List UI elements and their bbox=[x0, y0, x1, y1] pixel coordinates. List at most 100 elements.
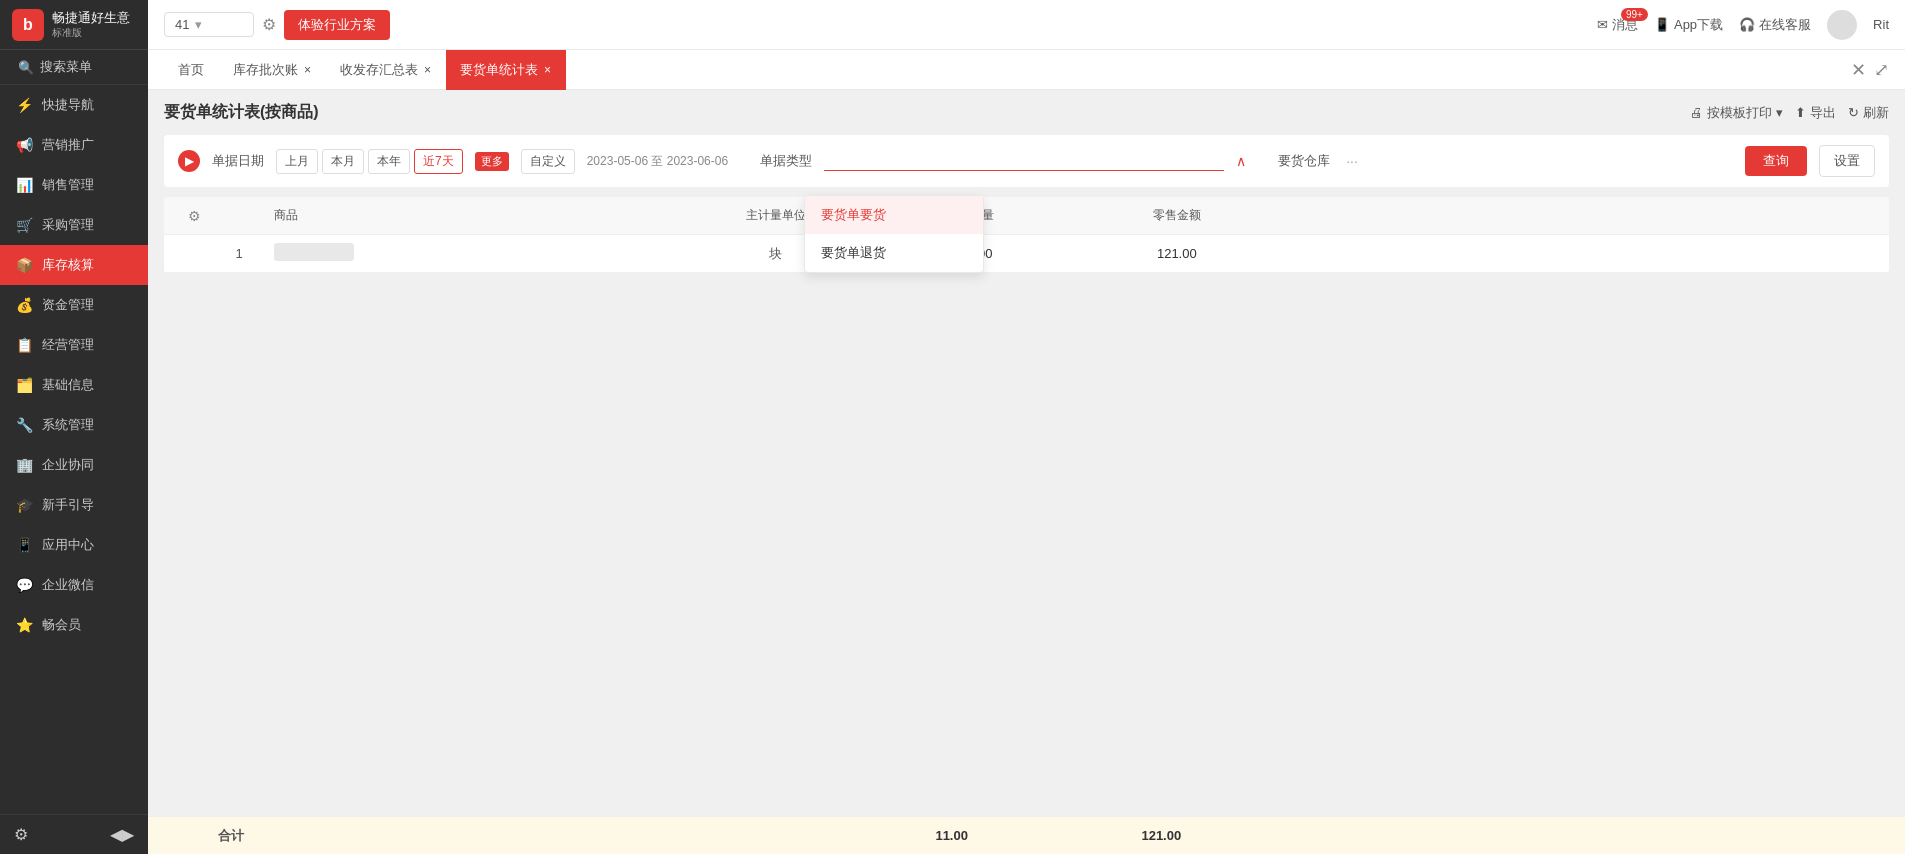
type-label: 单据类型 bbox=[760, 152, 812, 170]
nav-label-basic: 基础信息 bbox=[42, 376, 134, 394]
nav-icon-quick-nav: ⚡ bbox=[14, 95, 34, 115]
tabs-bar-actions: ✕ ⤢ bbox=[1851, 59, 1889, 81]
message-btn[interactable]: ✉ 消息 99+ bbox=[1597, 16, 1638, 34]
sidebar-item-finance[interactable]: 💰 资金管理 bbox=[0, 285, 148, 325]
sidebar-settings-icon[interactable]: ⚙ bbox=[14, 825, 28, 844]
sidebar-item-operation[interactable]: 📋 经营管理 bbox=[0, 325, 148, 365]
type-dropdown-arrow-icon[interactable]: ∧ bbox=[1236, 153, 1246, 169]
close-tab-icon[interactable]: ✕ bbox=[1851, 59, 1866, 81]
table-container: ⚙ 商品 主计量单位 主数量 零售金额 1 块 11.00 121.00 bbox=[164, 197, 1889, 273]
sidebar-item-purchase[interactable]: 🛒 采购管理 bbox=[0, 205, 148, 245]
sidebar-item-inventory[interactable]: 📦 库存核算 bbox=[0, 245, 148, 285]
phone-icon: 📱 bbox=[1654, 17, 1670, 32]
dropdown-option-1[interactable]: 要货单退货 bbox=[805, 234, 983, 272]
query-btn[interactable]: 查询 bbox=[1745, 146, 1807, 176]
tabs-bar: 首页库存批次账 × 收发存汇总表 × 要货单统计表 × ✕ ⤢ bbox=[148, 50, 1905, 90]
date-option-2[interactable]: 本年 bbox=[368, 149, 410, 174]
headset-icon: 🎧 bbox=[1739, 17, 1755, 32]
warehouse-more-icon[interactable]: ··· bbox=[1346, 153, 1358, 169]
search-icon: 🔍 bbox=[18, 60, 34, 75]
company-selector[interactable]: 41 ▾ bbox=[164, 12, 254, 37]
col-settings: ⚙ bbox=[174, 208, 214, 224]
main-content: 41 ▾ ⚙ 体验行业方案 ✉ 消息 99+ 📱 App下载 🎧 在线客服 Ri… bbox=[148, 0, 1905, 854]
date-more-btn[interactable]: 更多 bbox=[475, 152, 509, 171]
nav-icon-wechat: 💬 bbox=[14, 575, 34, 595]
selector-arrow-icon: ▾ bbox=[195, 17, 202, 32]
filter-toggle-btn[interactable]: ▶ bbox=[178, 150, 200, 172]
refresh-btn[interactable]: ↻ 刷新 bbox=[1848, 104, 1889, 122]
sidebar-collapse-icon[interactable]: ◀▶ bbox=[110, 825, 134, 844]
topbar-settings-icon[interactable]: ⚙ bbox=[262, 15, 276, 34]
tab-receive-summary[interactable]: 收发存汇总表 × bbox=[326, 50, 446, 90]
nav-icon-purchase: 🛒 bbox=[14, 215, 34, 235]
tab-label-order-stats: 要货单统计表 bbox=[460, 61, 538, 79]
export-btn[interactable]: ⬆ 导出 bbox=[1795, 104, 1836, 122]
expand-tab-icon[interactable]: ⤢ bbox=[1874, 59, 1889, 81]
type-dropdown: 要货单要货要货单退货 bbox=[804, 195, 984, 273]
footer-qty: 11.00 bbox=[847, 828, 1057, 843]
sidebar-item-app-center[interactable]: 📱 应用中心 bbox=[0, 525, 148, 565]
tab-close-batch-account[interactable]: × bbox=[304, 63, 311, 77]
nav-label-wechat: 企业微信 bbox=[42, 576, 134, 594]
date-label: 单据日期 bbox=[212, 152, 264, 170]
nav-icon-sales: 📊 bbox=[14, 175, 34, 195]
app-download-btn[interactable]: 📱 App下载 bbox=[1654, 16, 1723, 34]
nav-icon-system: 🔧 bbox=[14, 415, 34, 435]
tab-close-receive-summary[interactable]: × bbox=[424, 63, 431, 77]
tab-label-batch-account: 库存批次账 bbox=[233, 61, 298, 79]
sidebar-item-wechat[interactable]: 💬 企业微信 bbox=[0, 565, 148, 605]
product-placeholder-0 bbox=[274, 243, 354, 261]
page-title: 要货单统计表(按商品) bbox=[164, 102, 319, 123]
sidebar-item-marketing[interactable]: 📢 营销推广 bbox=[0, 125, 148, 165]
nav-icon-member: ⭐ bbox=[14, 615, 34, 635]
col-amount-header: 零售金额 bbox=[1077, 207, 1278, 224]
user-avatar[interactable] bbox=[1827, 10, 1857, 40]
tab-home[interactable]: 首页 bbox=[164, 50, 219, 90]
sidebar-item-basic[interactable]: 🗂️ 基础信息 bbox=[0, 365, 148, 405]
custom-date-btn[interactable]: 自定义 bbox=[521, 149, 575, 174]
username: Rit bbox=[1873, 17, 1889, 32]
tabs-container: 首页库存批次账 × 收发存汇总表 × 要货单统计表 × bbox=[164, 50, 1889, 90]
nav-label-sales: 销售管理 bbox=[42, 176, 134, 194]
app-logo-icon: b bbox=[12, 9, 44, 41]
date-option-1[interactable]: 本月 bbox=[322, 149, 364, 174]
sidebar-logo: b 畅捷通好生意 标准版 bbox=[0, 0, 148, 50]
date-option-3[interactable]: 近7天 bbox=[414, 149, 463, 174]
sidebar-item-system[interactable]: 🔧 系统管理 bbox=[0, 405, 148, 445]
sidebar-item-member[interactable]: ⭐ 畅会员 bbox=[0, 605, 148, 645]
table-rows: 1 块 11.00 121.00 bbox=[164, 235, 1889, 273]
sidebar-item-enterprise[interactable]: 🏢 企业协同 bbox=[0, 445, 148, 485]
print-icon: 🖨 bbox=[1690, 105, 1703, 120]
topbar: 41 ▾ ⚙ 体验行业方案 ✉ 消息 99+ 📱 App下载 🎧 在线客服 Ri… bbox=[148, 0, 1905, 50]
tab-label-receive-summary: 收发存汇总表 bbox=[340, 61, 418, 79]
online-service-btn[interactable]: 🎧 在线客服 bbox=[1739, 16, 1811, 34]
nav-label-app-center: 应用中心 bbox=[42, 536, 134, 554]
trial-btn[interactable]: 体验行业方案 bbox=[284, 10, 390, 40]
date-option-0[interactable]: 上月 bbox=[276, 149, 318, 174]
nav-icon-app-center: 📱 bbox=[14, 535, 34, 555]
sidebar-item-newbie[interactable]: 🎓 新手引导 bbox=[0, 485, 148, 525]
sidebar-item-quick-nav[interactable]: ⚡ 快捷导航 bbox=[0, 85, 148, 125]
sidebar-search[interactable]: 🔍 搜索菜单 bbox=[0, 50, 148, 85]
print-btn[interactable]: 🖨 按模板打印 ▾ bbox=[1690, 104, 1783, 122]
sidebar-item-sales[interactable]: 📊 销售管理 bbox=[0, 165, 148, 205]
nav-icon-finance: 💰 bbox=[14, 295, 34, 315]
dropdown-option-0[interactable]: 要货单要货 bbox=[805, 196, 983, 234]
nav-icon-basic: 🗂️ bbox=[14, 375, 34, 395]
tab-batch-account[interactable]: 库存批次账 × bbox=[219, 50, 326, 90]
tab-close-order-stats[interactable]: × bbox=[544, 63, 551, 77]
nav-icon-marketing: 📢 bbox=[14, 135, 34, 155]
column-settings-icon[interactable]: ⚙ bbox=[188, 208, 201, 224]
nav-label-quick-nav: 快捷导航 bbox=[42, 96, 134, 114]
nav-icon-enterprise: 🏢 bbox=[14, 455, 34, 475]
nav-label-operation: 经营管理 bbox=[42, 336, 134, 354]
date-range: 2023-05-06 至 2023-06-06 bbox=[587, 153, 728, 170]
set-btn[interactable]: 设置 bbox=[1819, 145, 1875, 177]
table-header: ⚙ 商品 主计量单位 主数量 零售金额 bbox=[164, 197, 1889, 235]
date-options-container: 上月本月本年近7天 bbox=[276, 149, 463, 174]
nav-label-system: 系统管理 bbox=[42, 416, 134, 434]
footer-label: 合计 bbox=[208, 827, 637, 845]
topbar-left: 41 ▾ ⚙ 体验行业方案 bbox=[164, 10, 390, 40]
tab-order-stats[interactable]: 要货单统计表 × bbox=[446, 50, 566, 90]
type-input[interactable] bbox=[824, 151, 1224, 171]
